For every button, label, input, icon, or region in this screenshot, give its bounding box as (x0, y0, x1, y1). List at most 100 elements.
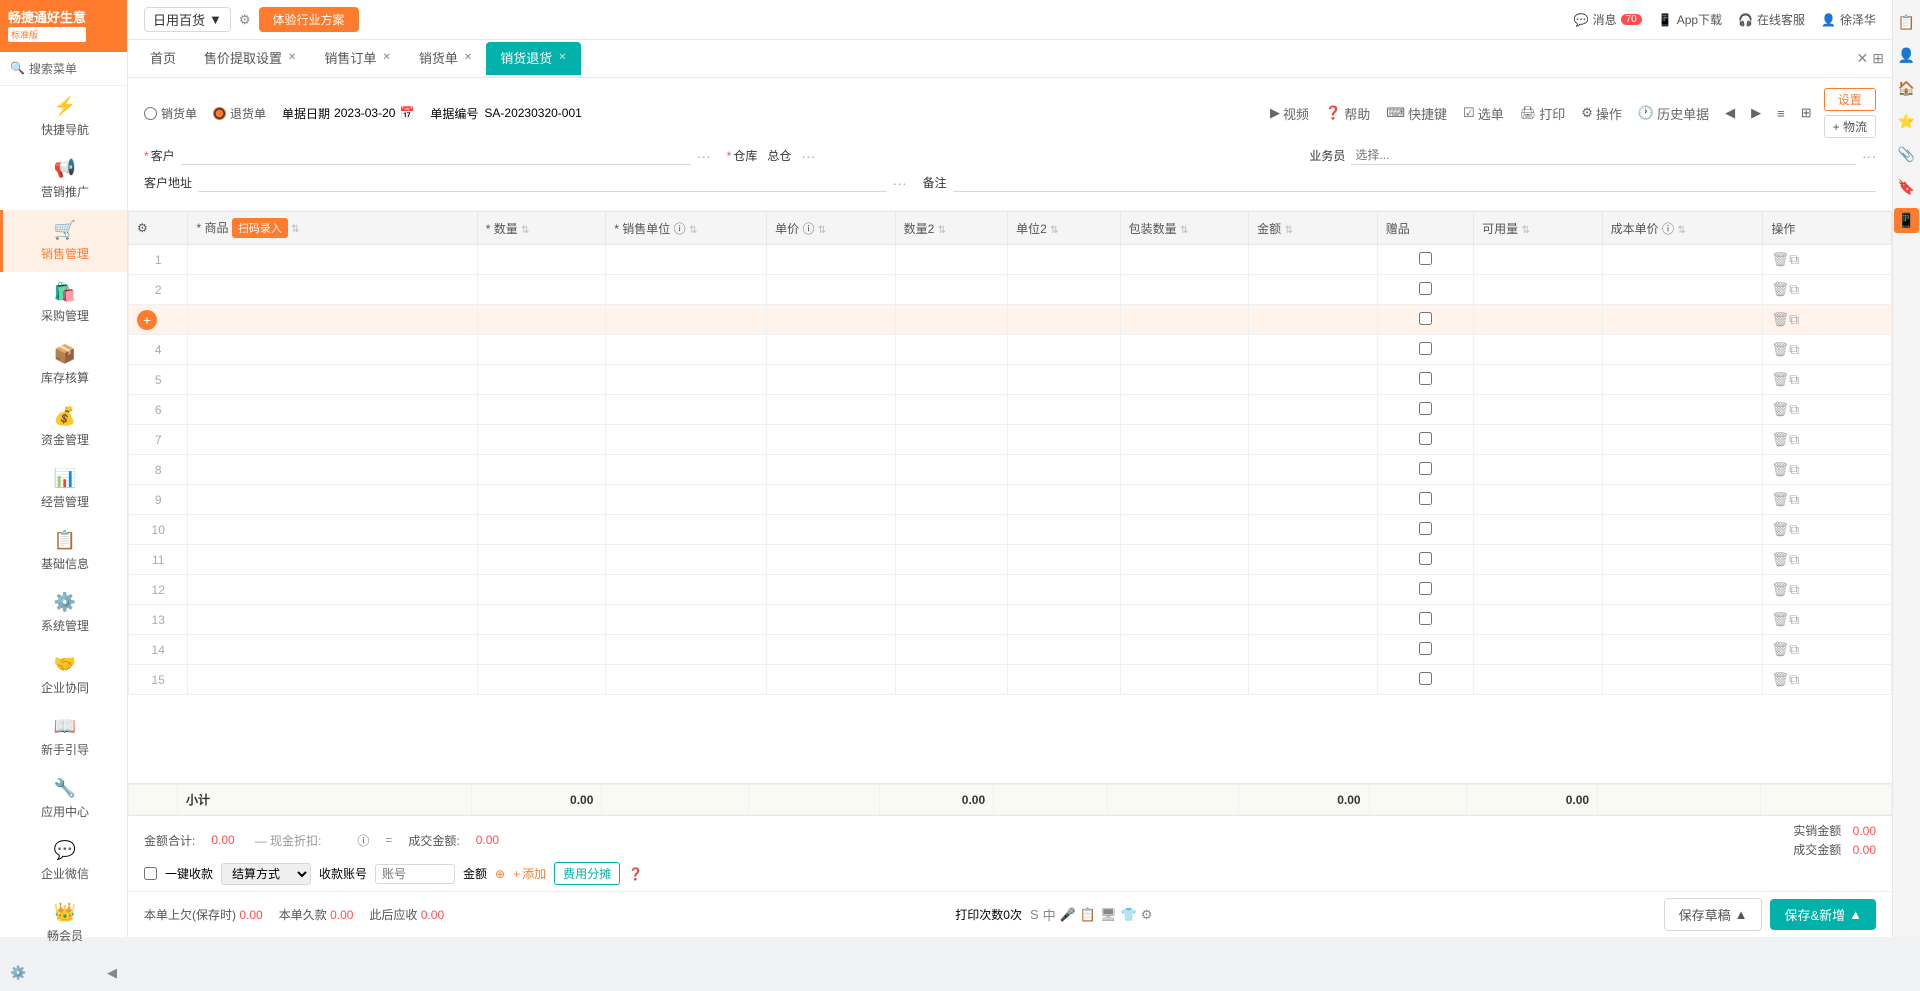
tab-home[interactable]: 首页 (136, 42, 190, 75)
cell-qty[interactable] (477, 665, 606, 695)
cell-price[interactable] (767, 395, 896, 425)
cell-unit2[interactable] (1008, 605, 1120, 635)
cell-packqty[interactable] (1120, 305, 1249, 335)
cell-qty2[interactable] (895, 575, 1007, 605)
cell-cost-price[interactable] (1602, 635, 1763, 665)
cell-unit2[interactable] (1008, 455, 1120, 485)
cell-gift[interactable] (1377, 635, 1473, 665)
copy-row-btn[interactable]: ⧉ (1789, 371, 1799, 388)
radio-sale[interactable]: 销货单 (144, 105, 197, 122)
cell-product[interactable] (188, 365, 477, 395)
cell-unit2[interactable] (1008, 425, 1120, 455)
cell-product[interactable] (188, 545, 477, 575)
cell-cost-price[interactable] (1602, 365, 1763, 395)
cell-qty2[interactable] (895, 335, 1007, 365)
cell-product[interactable] (188, 455, 477, 485)
cell-available[interactable] (1474, 455, 1603, 485)
delete-row-btn[interactable]: 🗑 (1771, 641, 1789, 658)
add-item-btn[interactable]: + 添加 (513, 865, 546, 882)
gift-checkbox[interactable] (1419, 282, 1432, 295)
cell-unit2[interactable] (1008, 275, 1120, 305)
discount-info-icon[interactable]: ⓘ (357, 832, 369, 849)
btn-operate[interactable]: ⚙ 操作 (1577, 102, 1626, 125)
rsidebar-btn-1[interactable]: 📋 (1894, 10, 1919, 35)
cell-qty[interactable] (477, 635, 606, 665)
cell-qty2[interactable] (895, 305, 1007, 335)
sidebar-item-inventory[interactable]: 📦 库存核算 (0, 334, 127, 396)
cell-unit[interactable] (606, 395, 767, 425)
cell-unit2[interactable] (1008, 665, 1120, 695)
rsidebar-btn-6[interactable]: 🔖 (1894, 175, 1919, 200)
tab-sales[interactable]: 销货单 ✕ (405, 42, 486, 75)
cell-unit[interactable] (606, 455, 767, 485)
delete-row-btn[interactable]: 🗑 (1771, 671, 1789, 688)
cell-qty2[interactable] (895, 665, 1007, 695)
cell-available[interactable] (1474, 545, 1603, 575)
cell-unit[interactable] (606, 665, 767, 695)
cell-amount[interactable] (1249, 665, 1378, 695)
col-packqty-sort[interactable]: ⇅ (1180, 225, 1188, 236)
barcode-scan-btn[interactable]: 扫码录入 (232, 218, 288, 238)
cell-qty2[interactable] (895, 485, 1007, 515)
fee-split-btn[interactable]: 费用分摊 (554, 862, 620, 885)
sidebar-item-collab[interactable]: 🤝 企业协同 (0, 644, 127, 706)
tool-btn-4[interactable]: 📋 (1080, 905, 1096, 924)
settings-icon[interactable]: ⚙ (239, 12, 251, 28)
copy-row-btn[interactable]: ⧉ (1789, 521, 1799, 538)
btn-settings[interactable]: 设置 (1824, 88, 1876, 111)
cell-unit2[interactable] (1008, 515, 1120, 545)
cell-gift[interactable] (1377, 605, 1473, 635)
cell-unit[interactable] (606, 575, 767, 605)
cell-cost-price[interactable] (1602, 425, 1763, 455)
cell-unit2[interactable] (1008, 545, 1120, 575)
cell-cost-price[interactable] (1602, 545, 1763, 575)
col-settings[interactable]: ⚙ (129, 212, 188, 245)
sidebar-item-wechat[interactable]: 💬 企业微信 (0, 830, 127, 892)
radio-return[interactable]: 退货单 (213, 105, 266, 122)
copy-row-btn[interactable]: ⧉ (1789, 251, 1799, 268)
cell-cost-price[interactable] (1602, 485, 1763, 515)
cell-gift[interactable] (1377, 365, 1473, 395)
cell-price[interactable] (767, 575, 896, 605)
cell-unit[interactable] (606, 515, 767, 545)
cell-amount[interactable] (1249, 425, 1378, 455)
col-amount-sort[interactable]: ⇅ (1285, 225, 1293, 236)
col-product-sort[interactable]: ⇅ (291, 224, 299, 235)
sidebar-item-basicinfo[interactable]: 📋 基础信息 (0, 520, 127, 582)
btn-select[interactable]: ☑ 选单 (1459, 102, 1508, 125)
cell-amount[interactable] (1249, 395, 1378, 425)
cell-available[interactable] (1474, 275, 1603, 305)
cell-gift[interactable] (1377, 575, 1473, 605)
cell-gift[interactable] (1377, 335, 1473, 365)
gift-checkbox[interactable] (1419, 492, 1432, 505)
cell-qty2[interactable] (895, 515, 1007, 545)
cell-qty[interactable] (477, 485, 606, 515)
calendar-icon[interactable]: 📅 (399, 106, 414, 120)
tab-expand-btn[interactable]: ⊞ (1872, 50, 1884, 67)
cell-qty2[interactable] (895, 605, 1007, 635)
col-available-sort[interactable]: ⇅ (1521, 225, 1529, 236)
tab-sales-return[interactable]: 销货退货 ✕ (486, 42, 580, 75)
cell-cost-price[interactable] (1602, 575, 1763, 605)
cell-price[interactable] (767, 245, 896, 275)
delete-row-btn[interactable]: 🗑 (1771, 401, 1789, 418)
cell-gift[interactable] (1377, 545, 1473, 575)
cell-qty[interactable] (477, 275, 606, 305)
cell-product[interactable] (188, 335, 477, 365)
cell-available[interactable] (1474, 395, 1603, 425)
salesperson-more-btn[interactable]: ··· (1862, 148, 1876, 164)
copy-row-btn[interactable]: ⧉ (1789, 341, 1799, 358)
cell-amount[interactable] (1249, 275, 1378, 305)
delete-row-btn[interactable]: 🗑 (1771, 491, 1789, 508)
sidebar-item-marketing[interactable]: 📢 营销推广 (0, 148, 127, 210)
tool-btn-7[interactable]: ⚙ (1141, 905, 1153, 924)
sidebar-item-quicknav[interactable]: ⚡ 快捷导航 (0, 86, 127, 148)
tab-return-close[interactable]: ✕ (558, 52, 566, 63)
cell-product[interactable] (188, 575, 477, 605)
cell-packqty[interactable] (1120, 335, 1249, 365)
gift-checkbox[interactable] (1419, 672, 1432, 685)
user-info[interactable]: 👤 徐泽华 (1821, 11, 1876, 28)
cell-price[interactable] (767, 335, 896, 365)
sidebar-item-appcenter[interactable]: 🔧 应用中心 (0, 768, 127, 830)
cell-qty2[interactable] (895, 545, 1007, 575)
